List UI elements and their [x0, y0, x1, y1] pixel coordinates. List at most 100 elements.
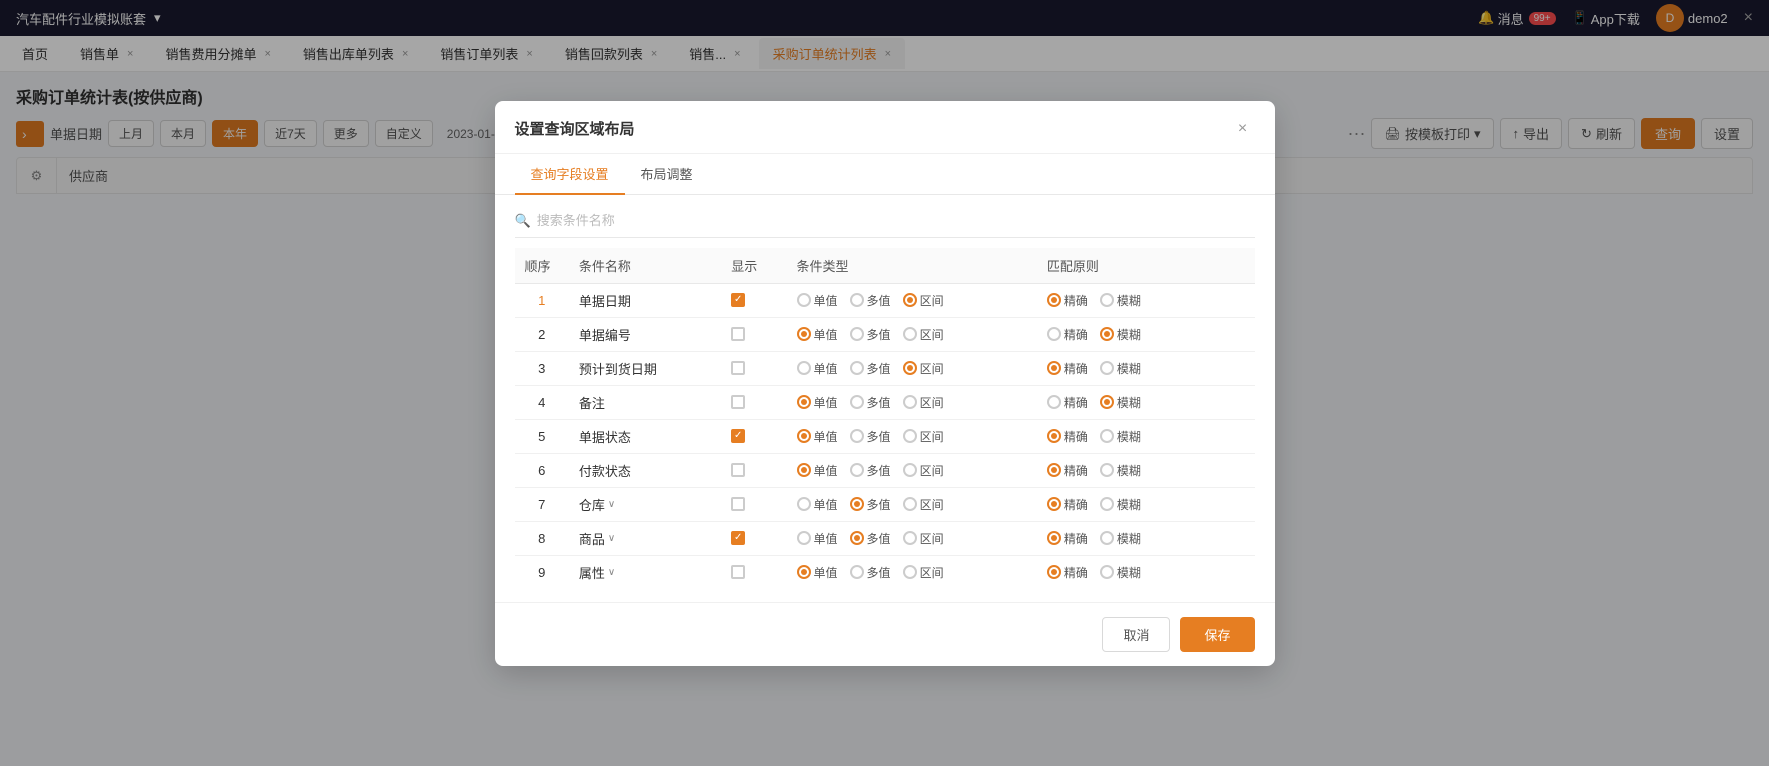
radio-circle-icon [1047, 429, 1061, 443]
type-radio-multi[interactable]: 多值 [850, 496, 891, 513]
display-checkbox[interactable] [731, 293, 745, 307]
type-radio-range[interactable]: 区间 [903, 394, 944, 411]
type-radio-single[interactable]: 单值 [797, 292, 838, 309]
th-name: 条件名称 [569, 248, 721, 284]
cell-display[interactable] [721, 555, 786, 588]
modal-tab-layout-label: 布局调整 [641, 167, 693, 182]
cancel-btn[interactable]: 取消 [1102, 617, 1170, 652]
type-radio-range[interactable]: 区间 [903, 326, 944, 343]
type-radio-multi[interactable]: 多值 [850, 530, 891, 547]
type-radio-multi[interactable]: 多值 [850, 462, 891, 479]
config-table-container: 顺序 条件名称 显示 条件类型 匹配原则 1单据日期单值多值区间精确模糊2单据编… [515, 248, 1255, 588]
modal-tab-layout[interactable]: 布局调整 [625, 154, 709, 195]
type-radio-single[interactable]: 单值 [797, 564, 838, 581]
search-input[interactable] [537, 213, 737, 228]
match-radio-exact[interactable]: 精确 [1047, 360, 1088, 377]
type-radio-multi[interactable]: 多值 [850, 564, 891, 581]
match-radio-fuzzy[interactable]: 模糊 [1100, 292, 1141, 309]
type-radio-multi[interactable]: 多值 [850, 292, 891, 309]
cell-order: 9 [515, 555, 569, 588]
radio-label: 区间 [920, 530, 944, 547]
type-radio-group: 单值多值区间 [797, 360, 1027, 377]
cell-display[interactable] [721, 419, 786, 453]
type-radio-single[interactable]: 单值 [797, 530, 838, 547]
match-radio-exact[interactable]: 精确 [1047, 292, 1088, 309]
display-checkbox[interactable] [731, 531, 745, 545]
match-radio-exact[interactable]: 精确 [1047, 496, 1088, 513]
match-radio-fuzzy[interactable]: 模糊 [1100, 394, 1141, 411]
type-radio-multi[interactable]: 多值 [850, 394, 891, 411]
radio-circle-icon [1047, 361, 1061, 375]
radio-circle-icon [903, 497, 917, 511]
display-checkbox[interactable] [731, 327, 745, 341]
radio-circle-icon [850, 463, 864, 477]
type-radio-single[interactable]: 单值 [797, 394, 838, 411]
type-radio-single[interactable]: 单值 [797, 428, 838, 445]
type-radio-group: 单值多值 区间 [797, 530, 1027, 547]
radio-circle-icon [850, 395, 864, 409]
radio-circle-icon [797, 497, 811, 511]
radio-circle-icon [1047, 565, 1061, 579]
cell-order: 1 [515, 283, 569, 317]
type-radio-range[interactable]: 区间 [903, 360, 944, 377]
cell-type: 单值多值 区间 [787, 555, 1037, 588]
match-radio-fuzzy[interactable]: 模糊 [1100, 496, 1141, 513]
cell-match: 精确模糊 [1037, 419, 1255, 453]
type-radio-multi[interactable]: 多值 [850, 360, 891, 377]
cell-display[interactable] [721, 521, 786, 555]
match-radio-exact[interactable]: 精确 [1047, 564, 1088, 581]
cell-order: 3 [515, 351, 569, 385]
modal-tab-query-fields[interactable]: 查询字段设置 [515, 154, 625, 195]
radio-circle-icon [903, 531, 917, 545]
type-radio-multi[interactable]: 多值 [850, 326, 891, 343]
match-radio-exact[interactable]: 精确 [1047, 530, 1088, 547]
cell-display[interactable] [721, 453, 786, 487]
type-radio-single[interactable]: 单值 [797, 360, 838, 377]
cell-display[interactable] [721, 317, 786, 351]
cell-display[interactable] [721, 283, 786, 317]
radio-circle-icon [797, 565, 811, 579]
match-radio-exact[interactable]: 精确 [1047, 394, 1088, 411]
match-radio-exact[interactable]: 精确 [1047, 462, 1088, 479]
type-radio-range[interactable]: 区间 [903, 496, 944, 513]
cell-display[interactable] [721, 487, 786, 521]
display-checkbox[interactable] [731, 497, 745, 511]
radio-label: 模糊 [1117, 292, 1141, 309]
radio-label: 单值 [814, 428, 838, 445]
th-type: 条件类型 [787, 248, 1037, 284]
type-radio-multi[interactable]: 多值 [850, 428, 891, 445]
table-row: 5单据状态单值多值区间精确模糊 [515, 419, 1255, 453]
display-checkbox[interactable] [731, 429, 745, 443]
radio-label: 精确 [1064, 564, 1088, 581]
match-radio-fuzzy[interactable]: 模糊 [1100, 428, 1141, 445]
display-checkbox[interactable] [731, 361, 745, 375]
cell-display[interactable] [721, 385, 786, 419]
radio-label: 模糊 [1117, 530, 1141, 547]
match-radio-fuzzy[interactable]: 模糊 [1100, 462, 1141, 479]
type-radio-range[interactable]: 区间 [903, 428, 944, 445]
type-radio-range[interactable]: 区间 [903, 530, 944, 547]
match-radio-fuzzy[interactable]: 模糊 [1100, 360, 1141, 377]
type-radio-range[interactable]: 区间 [903, 292, 944, 309]
match-radio-fuzzy[interactable]: 模糊 [1100, 564, 1141, 581]
modal-close-btn[interactable]: × [1231, 117, 1255, 141]
type-radio-single[interactable]: 单值 [797, 326, 838, 343]
radio-label: 区间 [920, 564, 944, 581]
display-checkbox[interactable] [731, 463, 745, 477]
match-radio-group: 精确模糊 [1047, 428, 1245, 445]
match-radio-exact[interactable]: 精确 [1047, 326, 1088, 343]
save-btn[interactable]: 保存 [1180, 617, 1254, 652]
cell-display[interactable] [721, 351, 786, 385]
match-radio-fuzzy[interactable]: 模糊 [1100, 530, 1141, 547]
dropdown-arrow-icon: ∨ [608, 533, 615, 544]
match-radio-exact[interactable]: 精确 [1047, 428, 1088, 445]
display-checkbox[interactable] [731, 565, 745, 579]
radio-label: 多值 [867, 292, 891, 309]
radio-circle-icon [903, 327, 917, 341]
type-radio-single[interactable]: 单值 [797, 496, 838, 513]
display-checkbox[interactable] [731, 395, 745, 409]
match-radio-fuzzy[interactable]: 模糊 [1100, 326, 1141, 343]
type-radio-range[interactable]: 区间 [903, 564, 944, 581]
type-radio-single[interactable]: 单值 [797, 462, 838, 479]
type-radio-range[interactable]: 区间 [903, 462, 944, 479]
